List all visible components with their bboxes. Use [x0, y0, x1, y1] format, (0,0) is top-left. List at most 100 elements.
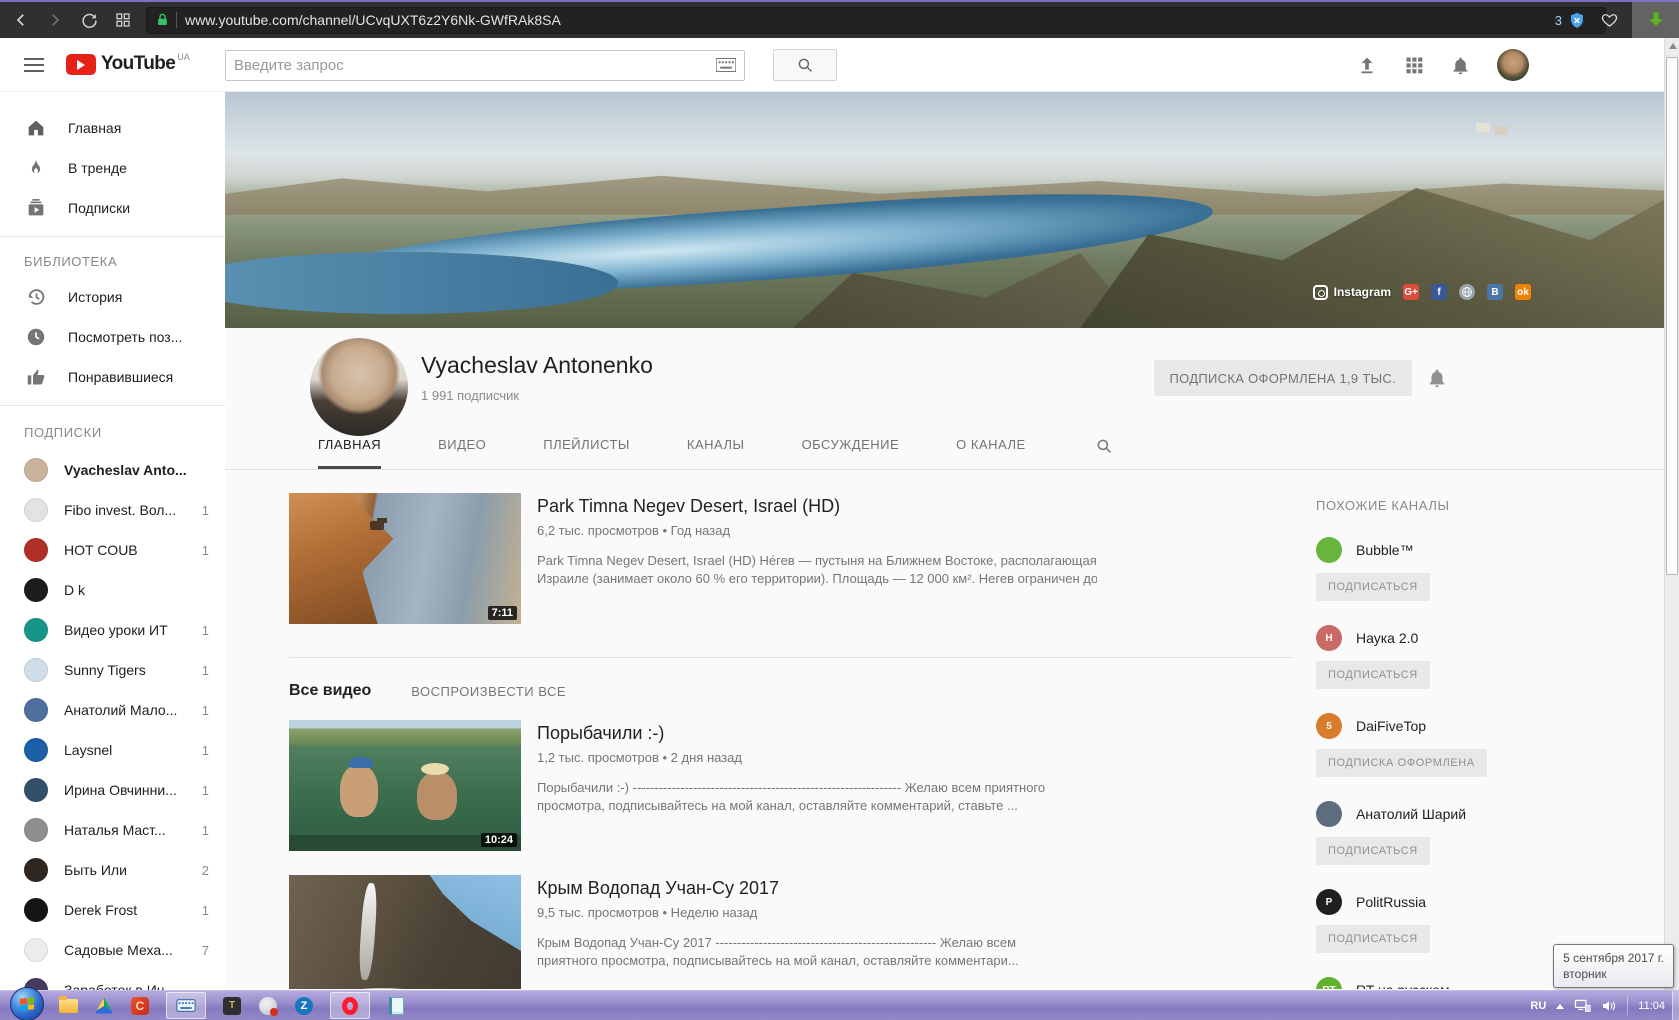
network-tray-icon[interactable] [1574, 999, 1591, 1013]
tab-videos[interactable]: ВИДЕО [438, 423, 486, 469]
video-title[interactable]: Park Timna Negev Desert, Israel (HD) [537, 496, 1097, 517]
world-of-tanks-taskbar-icon[interactable]: T [222, 996, 242, 1016]
show-desktop-button[interactable] [1672, 991, 1679, 1020]
sidebar-subscription-item[interactable]: Fibo invest. Вол... 1 [0, 490, 225, 530]
sidebar-subscription-item[interactable]: Vyacheslav Anto... [0, 450, 225, 490]
channel-name[interactable]: Bubble™ [1356, 542, 1414, 558]
on-screen-keyboard-taskbar-button[interactable] [166, 992, 206, 1019]
sidebar-subscription-item[interactable]: Садовые Меха... 7 [0, 930, 225, 970]
channel-name[interactable]: RT на русском [1356, 982, 1450, 989]
related-channel-row[interactable]: Анатолий Шарий [1316, 801, 1566, 827]
related-channel-row[interactable]: H Наука 2.0 [1316, 625, 1566, 651]
url-text[interactable]: www.youtube.com/channel/UCvqUXT6z2Y6Nk-G… [185, 12, 561, 28]
zona-taskbar-icon[interactable]: Z [294, 996, 314, 1016]
speed-dial-grid-icon[interactable] [110, 7, 136, 33]
tab-channels[interactable]: КАНАЛЫ [687, 423, 745, 469]
scheduler-taskbar-icon[interactable] [258, 996, 278, 1016]
tab-discussion[interactable]: ОБСУЖДЕНИЕ [802, 423, 900, 469]
related-channel-row[interactable]: Bubble™ [1316, 537, 1566, 563]
explorer-taskbar-icon[interactable] [58, 995, 78, 1016]
sidebar-subscription-item[interactable]: Видео уроки ИТ 1 [0, 610, 225, 650]
subscribed-button[interactable]: ПОДПИСКА ОФОРМЛЕНА [1316, 749, 1487, 777]
tab-playlists[interactable]: ПЛЕЙЛИСТЫ [543, 423, 630, 469]
channel-name[interactable]: PolitRussia [1356, 894, 1426, 910]
on-screen-keyboard-icon[interactable] [716, 58, 736, 72]
address-bar[interactable]: www.youtube.com/channel/UCvqUXT6z2Y6Nk-G… [146, 6, 1606, 34]
facebook-icon[interactable]: f [1431, 284, 1447, 300]
sidebar-subscription-item[interactable]: Sunny Tigers 1 [0, 650, 225, 690]
back-button-icon[interactable] [8, 7, 34, 33]
play-all-link[interactable]: ВОСПРОИЗВЕСТИ ВСЕ [411, 684, 566, 699]
instagram-icon[interactable] [1312, 284, 1328, 300]
language-indicator[interactable]: RU [1530, 1000, 1546, 1012]
browser-sidebar-toggle[interactable] [1632, 2, 1679, 38]
search-button[interactable] [773, 49, 837, 81]
instagram-label[interactable]: Instagram [1334, 285, 1391, 299]
browser-scrollbar[interactable] [1664, 38, 1679, 990]
related-channel-row[interactable]: 5 DaiFiveTop [1316, 713, 1566, 739]
account-avatar[interactable] [1497, 49, 1529, 81]
google-plus-icon[interactable]: G+ [1403, 284, 1419, 300]
sidebar-subscription-item[interactable]: Наталья Маст... 1 [0, 810, 225, 850]
video-title[interactable]: Крым Водопад Учан-Су 2017 [537, 878, 1059, 899]
tab-home[interactable]: ГЛАВНАЯ [318, 423, 382, 469]
notepad-taskbar-icon[interactable] [386, 996, 406, 1016]
related-channel-row[interactable]: P PolitRussia [1316, 889, 1566, 915]
sidebar-subscription-item[interactable]: Анатолий Мало... 1 [0, 690, 225, 730]
video-thumbnail[interactable] [289, 875, 521, 989]
search-input[interactable] [234, 56, 710, 74]
subscribe-button[interactable]: ПОДПИСАТЬСЯ [1316, 661, 1430, 689]
start-button[interactable] [10, 987, 44, 1020]
sidebar-item-subscriptions[interactable]: Подписки [0, 188, 225, 228]
youtube-apps-icon[interactable] [1404, 55, 1424, 75]
youtube-logo[interactable]: YouTube UA [66, 52, 190, 75]
channel-avatar-large[interactable] [310, 338, 408, 436]
scrollbar-thumb[interactable] [1666, 57, 1678, 575]
subscribed-button[interactable]: ПОДПИСКА ОФОРМЛЕНА 1,9 ТЫС. [1153, 360, 1412, 396]
heart-bookmark-icon[interactable] [1600, 11, 1619, 29]
related-channel-row[interactable]: RT RT на русском [1316, 977, 1566, 989]
channel-name[interactable]: Анатолий Шарий [1356, 806, 1466, 822]
sidebar-item-home[interactable]: Главная [0, 108, 225, 148]
adblock-shield-icon[interactable] [1568, 11, 1586, 30]
opera-taskbar-button[interactable] [330, 992, 370, 1019]
sidebar-subscription-item[interactable]: Derek Frost 1 [0, 890, 225, 930]
reload-icon[interactable] [76, 7, 102, 33]
subscribe-button[interactable]: ПОДПИСАТЬСЯ [1316, 925, 1430, 953]
sidebar-subscription-item[interactable]: HOT COUB 1 [0, 530, 225, 570]
channel-name[interactable]: Наука 2.0 [1356, 630, 1418, 646]
sidebar-item-history[interactable]: История [0, 277, 225, 317]
sidebar-subscription-item[interactable]: Быть Или 2 [0, 850, 225, 890]
search-field[interactable] [225, 49, 745, 81]
odnoklassniki-icon[interactable]: ok [1515, 284, 1531, 300]
ccleaner-taskbar-icon[interactable]: C [130, 996, 150, 1016]
sidebar-subscription-item[interactable]: Ирина Овчинни... 1 [0, 770, 225, 810]
subscribe-button[interactable]: ПОДПИСАТЬСЯ [1316, 837, 1430, 865]
tray-expand-arrow[interactable] [1556, 1003, 1565, 1009]
video-thumbnail[interactable]: 10:24 [289, 720, 521, 851]
thumbnail-art [357, 882, 379, 981]
guide-menu-icon[interactable] [24, 58, 44, 72]
subscribe-button[interactable]: ПОДПИСАТЬСЯ [1316, 573, 1430, 601]
website-globe-icon[interactable] [1459, 284, 1475, 300]
channel-search-icon[interactable] [1095, 437, 1113, 455]
scrollbar-up-arrow[interactable] [1669, 43, 1677, 49]
forward-button-icon[interactable] [42, 7, 68, 33]
sidebar-subscription-item[interactable]: Заработок в Ин... [0, 970, 225, 990]
notifications-bell-icon[interactable] [1450, 55, 1471, 76]
sidebar-subscription-item[interactable]: Laysnel 1 [0, 730, 225, 770]
channel-bell-icon[interactable] [1426, 367, 1448, 389]
google-drive-taskbar-icon[interactable] [94, 996, 114, 1016]
video-title[interactable]: Порыбачили :-) [537, 723, 1059, 744]
volume-tray-icon[interactable] [1601, 999, 1617, 1013]
sidebar-item-liked[interactable]: Понравившиеся [0, 357, 225, 397]
sidebar-item-trending[interactable]: В тренде [0, 148, 225, 188]
video-thumbnail[interactable]: 7:11 [289, 493, 521, 624]
vk-icon[interactable]: В [1487, 284, 1503, 300]
channel-name[interactable]: DaiFiveTop [1356, 718, 1426, 734]
sidebar-item-watch-later[interactable]: Посмотреть поз... [0, 317, 225, 357]
upload-icon[interactable] [1356, 54, 1378, 76]
sidebar-subscription-item[interactable]: D k [0, 570, 225, 610]
taskbar-clock[interactable]: 11:04 [1638, 1000, 1665, 1012]
tab-about[interactable]: О КАНАЛЕ [956, 423, 1026, 469]
